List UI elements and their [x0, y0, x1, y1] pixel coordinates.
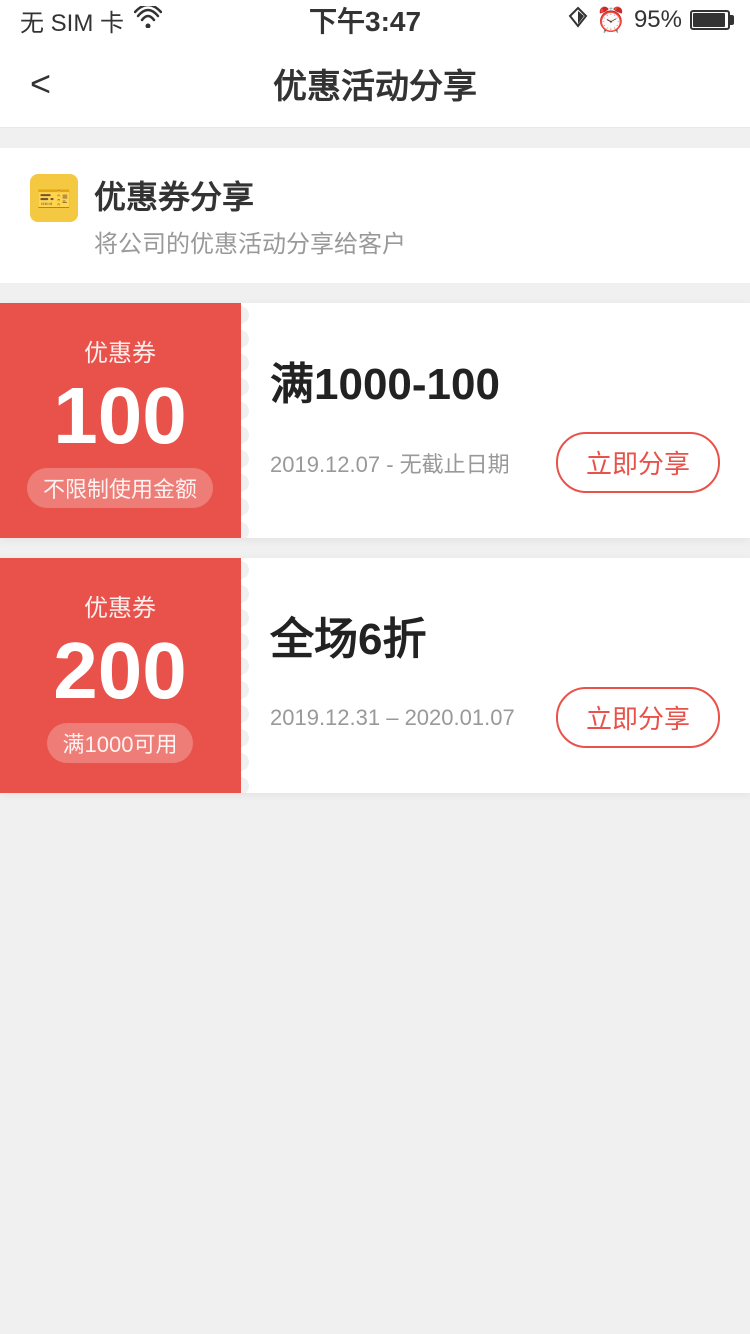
- coupon-footer-1: 2019.12.07 - 无截止日期 立即分享: [270, 432, 720, 493]
- alarm-icon: ⏰: [596, 6, 626, 35]
- coupon-left-1: 优惠券 100 不限制使用金额: [0, 303, 240, 538]
- status-left: 无 SIM 卡: [20, 3, 162, 38]
- page-title: 优惠活动分享: [273, 59, 477, 108]
- coupon-left-2: 优惠券 200 满1000可用: [0, 558, 240, 793]
- coupon-date-2: 2019.12.31 – 2020.01.07: [270, 705, 515, 731]
- coupon-tag-1: 优惠券: [84, 333, 156, 368]
- share-button-1[interactable]: 立即分享: [556, 432, 720, 493]
- coupon-card-1: 优惠券 100 不限制使用金额 满1000-100 2019.12.07 - 无…: [0, 303, 750, 538]
- wifi-icon: [134, 6, 162, 35]
- share-button-2[interactable]: 立即分享: [556, 687, 720, 748]
- status-time: 下午3:47: [309, 0, 421, 40]
- section-desc: 将公司的优惠活动分享给客户: [94, 224, 406, 259]
- coupon-footer-2: 2019.12.31 – 2020.01.07 立即分享: [270, 687, 720, 748]
- coupon-condition-2: 满1000可用: [47, 723, 194, 763]
- section-title: 优惠券分享: [94, 172, 406, 218]
- coupon-amount-1: 100: [53, 376, 186, 456]
- coupon-name-2: 全场6折: [270, 603, 720, 667]
- coupon-date-1: 2019.12.07 - 无截止日期: [270, 447, 510, 479]
- coupon-amount-2: 200: [53, 631, 186, 711]
- coupon-condition-1: 不限制使用金额: [27, 468, 213, 508]
- section-header: 🎫 优惠券分享 将公司的优惠活动分享给客户: [0, 148, 750, 283]
- section-icon: 🎫: [30, 174, 78, 222]
- section-text-group: 优惠券分享 将公司的优惠活动分享给客户: [94, 172, 406, 259]
- coupon-tag-2: 优惠券: [84, 588, 156, 623]
- nav-bar: < 优惠活动分享: [0, 40, 750, 128]
- coupon-divider-2: [230, 558, 250, 793]
- location-icon: [568, 6, 588, 35]
- coupon-list: 优惠券 100 不限制使用金额 满1000-100 2019.12.07 - 无…: [0, 303, 750, 793]
- coupon-name-1: 满1000-100: [270, 348, 720, 412]
- carrier-text: 无 SIM 卡: [20, 3, 124, 38]
- coupon-right-2: 全场6折 2019.12.31 – 2020.01.07 立即分享: [240, 558, 750, 793]
- battery-icon: [690, 10, 730, 30]
- bottom-spacer: [0, 793, 750, 1193]
- status-right: ⏰ 95%: [568, 6, 730, 35]
- coupon-card-2: 优惠券 200 满1000可用 全场6折 2019.12.31 – 2020.0…: [0, 558, 750, 793]
- content-area: 🎫 优惠券分享 将公司的优惠活动分享给客户 优惠券 100 不限制使用金额 满1…: [0, 128, 750, 1213]
- coupon-divider-1: [230, 303, 250, 538]
- status-bar: 无 SIM 卡 下午3:47 ⏰ 95%: [0, 0, 750, 40]
- battery-percent: 95%: [634, 6, 682, 34]
- coupon-right-1: 满1000-100 2019.12.07 - 无截止日期 立即分享: [240, 303, 750, 538]
- back-button[interactable]: <: [30, 63, 51, 105]
